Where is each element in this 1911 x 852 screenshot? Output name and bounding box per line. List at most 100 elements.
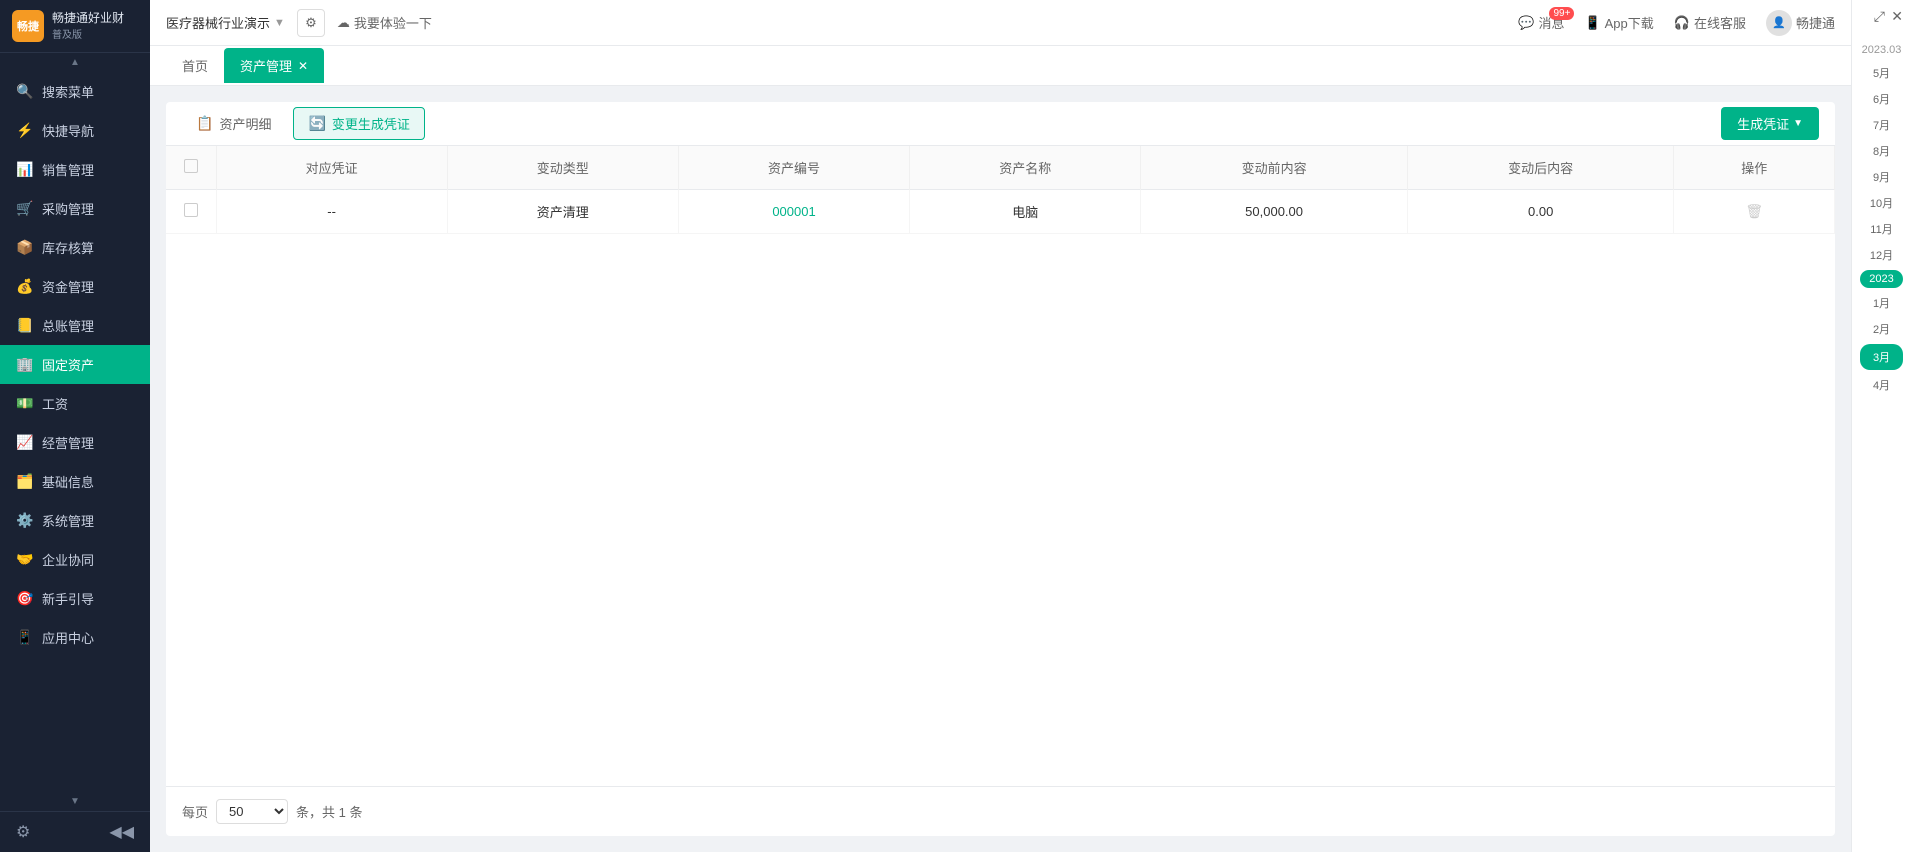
change-voucher-icon: 🔄: [308, 115, 325, 132]
month-item[interactable]: 5月: [1852, 60, 1911, 86]
main-container: 医疗器械行业演示 ▼ ⚙ ☁ 我要体验一下 💬 消息 99+ 📱 App下载 🎧…: [150, 0, 1851, 852]
sidebar-item-salary[interactable]: 💵工资: [0, 384, 150, 423]
sidebar-item-sales[interactable]: 📊销售管理: [0, 150, 150, 189]
month-item[interactable]: 9月: [1852, 164, 1911, 190]
sidebar-item-operations[interactable]: 📈经营管理: [0, 423, 150, 462]
select-all-checkbox[interactable]: [184, 159, 198, 173]
ledger-icon: 📒: [16, 317, 34, 335]
message-badge: 99+: [1549, 7, 1574, 20]
phone-icon: 📱: [1584, 15, 1600, 31]
sidebar: 畅捷 畅捷通好业财 普及版 ▲ 🔍搜索菜单⚡快捷导航📊销售管理🛒采购管理📦库存核…: [0, 0, 150, 852]
avatar-icon: 👤: [1772, 16, 1786, 29]
topbar-settings-button[interactable]: ⚙: [297, 9, 325, 37]
panel-close-icon[interactable]: ✕: [1891, 8, 1903, 25]
sidebar-item-purchase[interactable]: 🛒采购管理: [0, 189, 150, 228]
table-body: -- 资产清理 000001 电脑 50,000.00 0.00 🗑: [166, 190, 1835, 234]
cell-asset-name: 电脑: [910, 190, 1141, 234]
sidebar-item-basic-info[interactable]: 🗂️ 基础信息: [0, 462, 150, 501]
year-header-label[interactable]: 2023.03: [1852, 40, 1911, 60]
sidebar-item-ledger[interactable]: 📒总账管理: [0, 306, 150, 345]
sidebar-item-label: 新手引导: [42, 589, 94, 608]
fixed-assets-icon: 🏢: [16, 356, 34, 374]
cell-asset-no: 000001: [678, 190, 909, 234]
experience-label: 我要体验一下: [354, 13, 432, 32]
sidebar-item-label: 应用中心: [42, 628, 94, 647]
month-item[interactable]: 11月: [1852, 216, 1911, 242]
app-center-icon: 📱: [16, 629, 34, 647]
sidebar-item-label: 库存核算: [42, 238, 94, 257]
sidebar-item-fixed-assets[interactable]: 🏢 固定资产: [0, 345, 150, 384]
sidebar-nav: 🔍搜索菜单⚡快捷导航📊销售管理🛒采购管理📦库存核算 💰 资金管理 📒总账管理 🏢 固定资产…: [0, 72, 150, 792]
tab-bar: 首页 资产管理 ✕: [150, 46, 1851, 86]
sidebar-item-funds[interactable]: 💰 资金管理: [0, 267, 150, 306]
tab-home[interactable]: 首页: [166, 48, 224, 83]
system-icon: ⚙️: [16, 512, 34, 530]
user-profile[interactable]: 👤 畅捷通: [1766, 10, 1835, 36]
year-list: 2023.035月6月7月8月9月10月11月12月 2023 1月2月3月4月: [1852, 40, 1911, 398]
message-action[interactable]: 💬 消息 99+: [1518, 13, 1564, 32]
tab-asset-management[interactable]: 资产管理 ✕: [224, 48, 324, 83]
sidebar-item-guide[interactable]: 🎯新手引导: [0, 579, 150, 618]
logo-icon-text: 畅捷: [17, 18, 39, 34]
sidebar-item-label: 基础信息: [42, 472, 94, 491]
sidebar-item-quick-nav[interactable]: ⚡快捷导航: [0, 111, 150, 150]
experience-button[interactable]: ☁ 我要体验一下: [337, 13, 432, 32]
funds-icon: 💰: [16, 278, 34, 296]
tab-asset-management-label: 资产管理: [240, 56, 292, 75]
generate-voucher-button[interactable]: 生成凭证 ▼: [1721, 107, 1819, 140]
company-selector[interactable]: 医疗器械行业演示 ▼: [166, 13, 285, 32]
sidebar-collapse-icon[interactable]: ◀◀: [109, 822, 134, 842]
cloud-icon: ☁: [337, 15, 350, 31]
customer-service-action[interactable]: 🎧 在线客服: [1674, 13, 1746, 32]
month-item[interactable]: 4月: [1852, 372, 1911, 398]
sub-tab-asset-detail[interactable]: 📋 资产明细: [182, 108, 285, 139]
sidebar-item-label: 采购管理: [42, 199, 94, 218]
row-checkbox[interactable]: [184, 203, 198, 217]
sidebar-item-inventory[interactable]: 📦库存核算: [0, 228, 150, 267]
sidebar-settings-icon[interactable]: ⚙: [16, 822, 30, 842]
per-page-label: 每页: [182, 802, 208, 821]
sidebar-item-app-center[interactable]: 📱 应用中心: [0, 618, 150, 657]
month-item[interactable]: 6月: [1852, 86, 1911, 112]
sidebar-item-label: 资金管理: [42, 277, 94, 296]
enterprise-icon: 🤝: [16, 551, 34, 569]
month-item[interactable]: 12月: [1852, 242, 1911, 268]
sub-tab-asset-detail-label: 资产明细: [219, 114, 271, 133]
topbar: 医疗器械行业演示 ▼ ⚙ ☁ 我要体验一下 💬 消息 99+ 📱 App下载 🎧…: [150, 0, 1851, 46]
sidebar-item-system[interactable]: ⚙️ 系统管理: [0, 501, 150, 540]
sidebar-logo: 畅捷 畅捷通好业财 普及版: [0, 0, 150, 53]
sidebar-scroll-down[interactable]: ▼: [0, 792, 150, 811]
app-download-action[interactable]: 📱 App下载: [1584, 13, 1653, 32]
per-page-select[interactable]: 50 10 20 100: [216, 799, 288, 824]
col-change-type: 变动类型: [447, 146, 678, 190]
year-badge[interactable]: 2023: [1860, 270, 1903, 288]
sidebar-item-enterprise[interactable]: 🤝企业协同: [0, 540, 150, 579]
table-footer: 每页 50 10 20 100 条，共 1 条: [166, 786, 1835, 836]
sidebar-item-label: 固定资产: [42, 355, 94, 374]
sidebar-item-label: 经营管理: [42, 433, 94, 452]
sidebar-scroll-up[interactable]: ▲: [0, 53, 150, 72]
basic-info-icon: 🗂️: [16, 473, 34, 491]
sub-tab-change-voucher[interactable]: 🔄 变更生成凭证: [293, 107, 424, 140]
tab-close-icon[interactable]: ✕: [298, 59, 308, 73]
total-text: 条，共 1 条: [296, 802, 362, 821]
month-item[interactable]: 8月: [1852, 138, 1911, 164]
col-voucher: 对应凭证: [216, 146, 447, 190]
month-item[interactable]: 1月: [1852, 290, 1911, 316]
table-row: -- 资产清理 000001 电脑 50,000.00 0.00 🗑: [166, 190, 1835, 234]
month-item[interactable]: 2月: [1852, 316, 1911, 342]
dropdown-arrow-icon: ▼: [1793, 118, 1803, 129]
month-item[interactable]: 7月: [1852, 112, 1911, 138]
logo-text-block: 畅捷通好业财 普及版: [52, 11, 124, 42]
sidebar-item-search[interactable]: 🔍搜索菜单: [0, 72, 150, 111]
delete-row-icon[interactable]: 🗑: [1745, 203, 1763, 219]
month-item[interactable]: 10月: [1852, 190, 1911, 216]
col-operation: 操作: [1674, 146, 1835, 190]
panel-expand-icon[interactable]: ⤢: [1874, 8, 1885, 25]
sales-icon: 📊: [16, 161, 34, 179]
sub-tab-actions: 生成凭证 ▼: [1721, 107, 1819, 140]
month-active-item[interactable]: 3月: [1860, 344, 1903, 370]
sidebar-item-label: 系统管理: [42, 511, 94, 530]
cell-checkbox: [166, 190, 216, 234]
app-download-label: App下载: [1605, 13, 1654, 32]
